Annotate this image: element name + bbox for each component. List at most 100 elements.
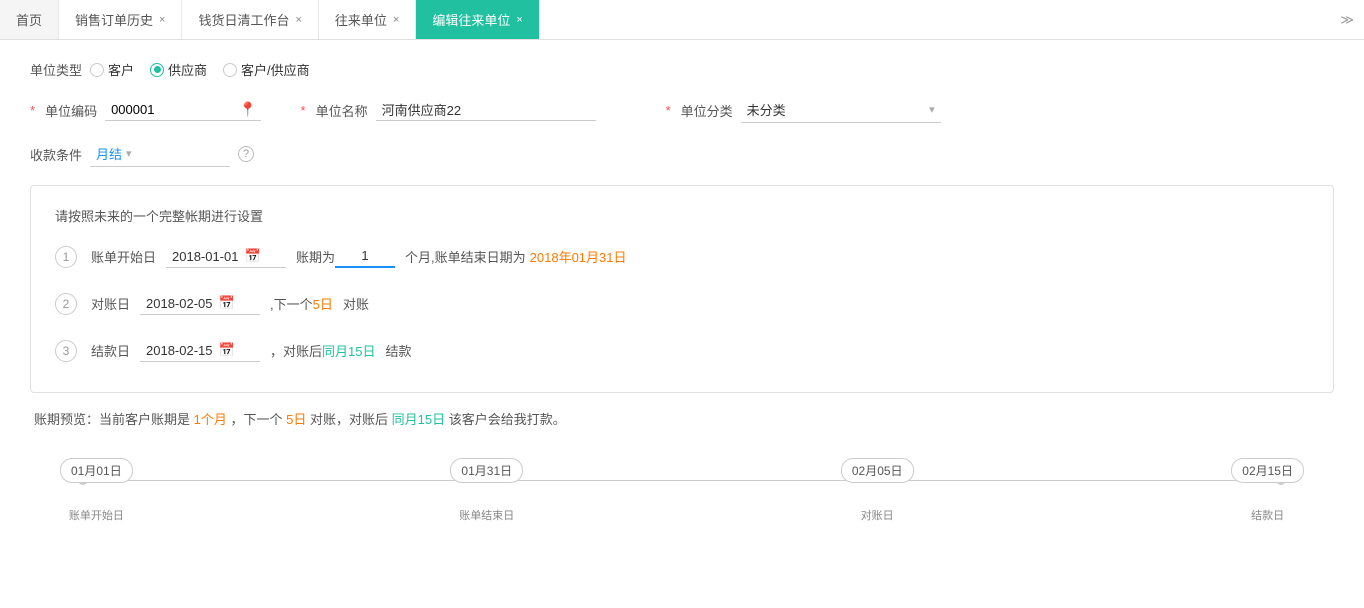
unit-category-select[interactable]: 未分类 ▾: [741, 97, 941, 123]
preview-row: 账期预览：当前客户账期是 1个月 ，下一个 5日 对账，对账后 同月15日 该客…: [30, 409, 1334, 428]
settings-card: 请按照未来的一个完整帐期进行设置 1 账单开始日 2018-01-01 📅 账期…: [30, 185, 1334, 393]
step-3-desc-suffix: 结款: [386, 341, 412, 360]
step-1-connector: 账期为: [296, 247, 335, 266]
required-star-name: *: [301, 103, 306, 118]
close-icon[interactable]: ×: [159, 14, 165, 26]
unit-type-radio-group: 客户 供应商 客户/供应商: [90, 60, 310, 79]
unit-type-item: 单位类型 客户 供应商 客户/供应商: [30, 60, 310, 79]
preview-highlight2: 5日: [286, 412, 306, 427]
unit-name-item: * 单位名称: [301, 99, 596, 121]
unit-name-input[interactable]: [376, 99, 596, 121]
radio-customer[interactable]: 客户: [90, 60, 134, 79]
radio-supplier[interactable]: 供应商: [150, 60, 207, 79]
calendar-icon-2[interactable]: 📅: [219, 295, 235, 311]
step-3-date: 2018-02-15 📅: [140, 339, 260, 362]
preview-highlight3: 同月15日: [392, 412, 445, 427]
timeline-container: 01月01日 账单开始日 01月31日 账单结束日 02月05日 对账日 02月…: [30, 448, 1334, 533]
tab-sales-order-history-label: 销售订单历史: [75, 10, 153, 29]
step-3-desc-prefix: ，对账后: [270, 341, 322, 360]
timeline-points: 01月01日 账单开始日 01月31日 账单结束日 02月05日 对账日 02月…: [60, 458, 1304, 523]
preview-highlight1: 1个月: [194, 412, 227, 427]
period-input-wrap: [335, 245, 395, 268]
payment-condition-value: 月结: [96, 144, 122, 163]
close-icon-active[interactable]: ×: [516, 14, 522, 26]
payment-condition-label: 收款条件: [30, 145, 82, 164]
tl-badge-2: 01月31日: [450, 458, 523, 483]
unit-code-input[interactable]: [105, 99, 235, 120]
step-3-label: 结款日: [91, 341, 130, 360]
close-icon[interactable]: ×: [295, 14, 301, 26]
radio-customer-label: 客户: [108, 60, 134, 79]
payment-condition-row: 收款条件 月结 ▾ ?: [30, 141, 1334, 167]
tl-sub-1: 账单开始日: [69, 507, 124, 523]
radio-supplier-label: 供应商: [168, 60, 207, 79]
card-title: 请按照未来的一个完整帐期进行设置: [55, 206, 1309, 225]
step-2-desc-prefix: ,下一个: [270, 294, 313, 313]
tab-home-label: 首页: [16, 10, 42, 29]
step-1-period-end: 2018年01月31日: [530, 247, 627, 266]
tl-badge-4: 02月15日: [1231, 458, 1304, 483]
step-3-date-value: 2018-02-15: [146, 343, 213, 358]
calendar-icon-1[interactable]: 📅: [245, 248, 261, 264]
tl-sub-3: 对账日: [861, 507, 894, 523]
radio-circle-customer-supplier: [223, 63, 237, 77]
step-2-highlight: 5日: [313, 294, 333, 313]
required-star-category: *: [666, 103, 671, 118]
unit-name-label: 单位名称: [316, 101, 368, 120]
step-3-row: 3 结款日 2018-02-15 📅 ，对账后 同月15日 结款: [55, 339, 1309, 362]
tl-point-1: 01月01日 账单开始日: [60, 458, 133, 523]
step-2-num: 2: [55, 293, 77, 315]
preview-mid2: 对账，对账后: [310, 412, 388, 427]
step-1-period-unit: 个月,账单结束日期为: [405, 247, 526, 266]
expand-icon: ≫: [1340, 12, 1354, 28]
step-2-date-value: 2018-02-05: [146, 296, 213, 311]
payment-condition-select[interactable]: 月结 ▾: [90, 141, 230, 167]
page-content: 单位类型 客户 供应商 客户/供应商 * 单位编码: [0, 40, 1364, 608]
step-2-date: 2018-02-05 📅: [140, 292, 260, 315]
calendar-icon-3[interactable]: 📅: [219, 342, 235, 358]
step-2-label: 对账日: [91, 294, 130, 313]
step-1-date-value: 2018-01-01: [172, 249, 239, 264]
preview-prefix: 账期预览：当前客户账期是: [34, 412, 190, 427]
radio-circle-customer: [90, 63, 104, 77]
radio-customer-supplier-label: 客户/供应商: [241, 60, 310, 79]
tl-badge-1: 01月01日: [60, 458, 133, 483]
tl-badge-3: 02月05日: [841, 458, 914, 483]
step-1-row: 1 账单开始日 2018-01-01 📅 账期为 个月,账单结束日期为 2018…: [55, 245, 1309, 268]
tabs-bar: 首页 销售订单历史 × 钱货日清工作台 × 往来单位 × 编辑往来单位 × ≫: [0, 0, 1364, 40]
tab-home[interactable]: 首页: [0, 0, 59, 39]
unit-category-value: 未分类: [747, 100, 925, 119]
step-3-num: 3: [55, 340, 77, 362]
tab-sales-order-history[interactable]: 销售订单历史 ×: [59, 0, 182, 39]
step-1-num: 1: [55, 246, 77, 268]
radio-circle-supplier: [150, 63, 164, 77]
unit-info-row: * 单位编码 📍 * 单位名称 * 单位分类 未分类 ▾: [30, 97, 1334, 123]
close-icon[interactable]: ×: [393, 14, 399, 26]
tab-edit-partner-label: 编辑往来单位: [432, 10, 510, 29]
tl-point-2: 01月31日 账单结束日: [450, 458, 523, 523]
unit-code-input-wrap: 📍: [105, 99, 260, 121]
radio-customer-supplier[interactable]: 客户/供应商: [223, 60, 310, 79]
unit-code-item: * 单位编码 📍: [30, 99, 261, 121]
unit-category-label: 单位分类: [681, 101, 733, 120]
period-input[interactable]: [335, 245, 395, 266]
tab-edit-partner[interactable]: 编辑往来单位 ×: [416, 0, 539, 39]
step-1-label: 账单开始日: [91, 247, 156, 266]
expand-button[interactable]: ≫: [1330, 0, 1364, 39]
tab-partner-unit[interactable]: 往来单位 ×: [319, 0, 416, 39]
step-2-desc-suffix: 对账: [343, 294, 369, 313]
unit-code-icon[interactable]: 📍: [235, 101, 260, 118]
chevron-down-icon-payment: ▾: [126, 147, 132, 160]
chevron-down-icon: ▾: [929, 103, 935, 116]
tl-sub-2: 账单结束日: [459, 507, 514, 523]
tl-sub-4: 结款日: [1251, 507, 1284, 523]
step-3-highlight: 同月15日: [322, 341, 375, 360]
unit-type-label: 单位类型: [30, 60, 82, 79]
required-star-code: *: [30, 103, 35, 118]
unit-type-row: 单位类型 客户 供应商 客户/供应商: [30, 60, 1334, 79]
help-icon-label: ?: [243, 148, 249, 160]
help-icon[interactable]: ?: [238, 146, 254, 162]
tab-partner-unit-label: 往来单位: [335, 10, 387, 29]
step-2-row: 2 对账日 2018-02-05 📅 ,下一个 5日 对账: [55, 292, 1309, 315]
tab-cash-work[interactable]: 钱货日清工作台 ×: [182, 0, 318, 39]
